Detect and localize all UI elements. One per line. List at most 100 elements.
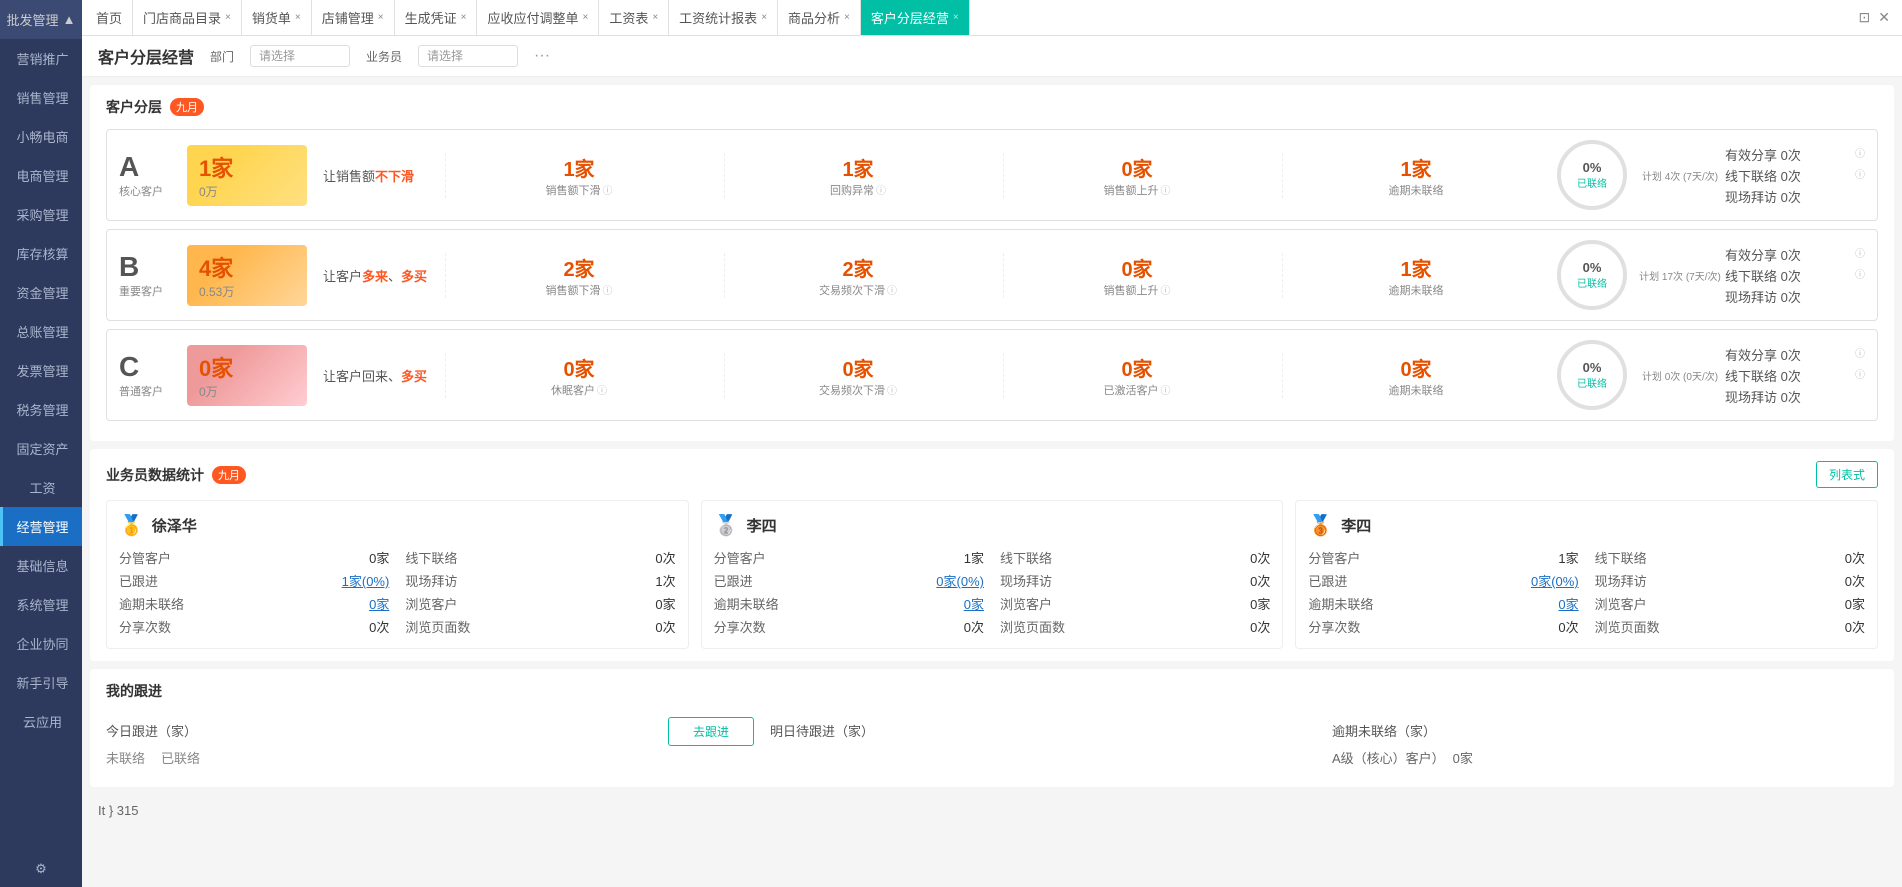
- tier-b-gauge-label: 已联络: [1577, 275, 1607, 290]
- tier-a-stat-0[interactable]: 1家 销售额下滑 ⓘ: [445, 153, 712, 198]
- sidebar-item-jygl[interactable]: 经营管理: [0, 507, 82, 546]
- customer-tier-section: 客户分层 九月 A 核心客户 1家 0万 让销售额不下滑 1家: [90, 85, 1894, 441]
- staff-card-0-name: 徐泽华: [152, 515, 197, 536]
- tab-voucher[interactable]: 生成凭证 ×: [395, 0, 478, 35]
- staff-card-2-stat-0: 分管客户 1家: [1308, 548, 1578, 567]
- tab-customer-tier[interactable]: 客户分层经营 ×: [861, 0, 970, 35]
- tier-c-stat-3-num: 0家: [1291, 353, 1541, 382]
- tier-a-stat-2[interactable]: 0家 销售额上升 ⓘ: [1003, 153, 1270, 198]
- sidebar-item-gz[interactable]: 工资: [0, 468, 82, 507]
- tab-home[interactable]: 首页: [86, 0, 133, 35]
- tier-b-stat-1[interactable]: 2家 交易频次下滑 ⓘ: [724, 253, 991, 298]
- tier-a-gauge-label: 已联络: [1577, 175, 1607, 190]
- tier-b-stat-3-label: 逾期未联络: [1291, 282, 1541, 298]
- tier-c-stat-0-num: 0家: [454, 353, 704, 382]
- sidebar-item-yxtg[interactable]: 营销推广: [0, 39, 82, 78]
- sidebar-item-fpgl[interactable]: 发票管理: [0, 351, 82, 390]
- staff-card-0-stats: 分管客户 0家 线下联络 0次 已跟进 1家(0%) 现场拜访: [119, 548, 676, 636]
- tab-voucher-close[interactable]: ×: [461, 12, 467, 23]
- sidebar-item-xtgl[interactable]: 系统管理: [0, 585, 82, 624]
- tier-c-count: 0家: [199, 351, 295, 383]
- tier-b-stat-0[interactable]: 2家 销售额下滑 ⓘ: [445, 253, 712, 298]
- sidebar-item-swgl[interactable]: 税务管理: [0, 390, 82, 429]
- tier-a-gauge-sub: 计划 4次 (7天/次): [1635, 168, 1725, 183]
- staff-select[interactable]: 请选择: [418, 45, 518, 67]
- tab-shop[interactable]: 店铺管理 ×: [312, 0, 395, 35]
- tab-shop-close[interactable]: ×: [378, 12, 384, 23]
- tab-sales-close[interactable]: ×: [295, 12, 301, 23]
- tier-a-stat-0-label: 销售额下滑 ⓘ: [454, 182, 704, 198]
- tier-b-name: 重要客户: [119, 283, 179, 299]
- tier-b-gauge-sub: 计划 17次 (7天/次): [1635, 268, 1725, 283]
- more-filter-btn[interactable]: ···: [534, 47, 550, 65]
- tier-b-count-box[interactable]: 4家 0.53万: [187, 245, 307, 306]
- followup-section-title: 我的跟进: [106, 681, 162, 701]
- goto-followup-btn[interactable]: 去跟进: [668, 717, 754, 746]
- sidebar-item-zzgl[interactable]: 总账管理: [0, 312, 82, 351]
- tab-product-analysis[interactable]: 商品分析 ×: [778, 0, 861, 35]
- sidebar-item-cggl[interactable]: 采购管理: [0, 195, 82, 234]
- tier-a-name: 核心客户: [119, 183, 179, 199]
- staff-card-2-stat-2: 已跟进 0家(0%): [1308, 571, 1578, 590]
- sidebar-expand-icon[interactable]: ▲: [63, 12, 76, 27]
- tab-customer-tier-close[interactable]: ×: [953, 12, 959, 23]
- staff-card-2-stats: 分管客户 1家 线下联络 0次 已跟进 0家(0%) 现场拜访: [1308, 548, 1865, 636]
- tier-c-stat-1[interactable]: 0家 交易频次下滑 ⓘ: [724, 353, 991, 398]
- tab-store-products-close[interactable]: ×: [225, 12, 231, 23]
- staff-section-header: 业务员数据统计 九月 列表式: [106, 461, 1878, 488]
- bottom-status: It } 315: [82, 795, 1902, 826]
- tab-payroll-report[interactable]: 工资统计报表 ×: [669, 0, 778, 35]
- tier-c-stat-3[interactable]: 0家 逾期未联络: [1282, 353, 1549, 398]
- list-view-btn[interactable]: 列表式: [1816, 461, 1878, 488]
- tier-c-gauge-label: 已联络: [1577, 375, 1607, 390]
- staff-card-2-header: 🥉 李四: [1308, 513, 1865, 538]
- tier-a-count-box[interactable]: 1家 0万: [187, 145, 307, 206]
- followup-overdue-title: 逾期未联络（家）: [1332, 721, 1878, 740]
- sidebar-settings[interactable]: ⚙: [0, 851, 82, 887]
- tab-payroll[interactable]: 工资表 ×: [599, 0, 669, 35]
- tab-product-analysis-close[interactable]: ×: [844, 12, 850, 23]
- staff-card-0-badge: 🥇: [119, 513, 144, 538]
- staff-card-0-stat-6: 分享次数 0次: [119, 617, 389, 636]
- tier-c-stat-0[interactable]: 0家 休眠客户 ⓘ: [445, 353, 712, 398]
- tier-c-count-box[interactable]: 0家 0万: [187, 345, 307, 406]
- tab-payroll-report-close[interactable]: ×: [761, 12, 767, 23]
- tier-a-stat-3-num: 1家: [1291, 153, 1541, 182]
- sidebar-item-jcxx[interactable]: 基础信息: [0, 546, 82, 585]
- sidebar-item-gdzy[interactable]: 固定资产: [0, 429, 82, 468]
- tier-c-gauge: 0% 已联络: [1557, 340, 1627, 410]
- tier-a-right-row-2: 现场拜访 0次: [1725, 187, 1865, 206]
- tab-sales[interactable]: 销货单 ×: [242, 0, 312, 35]
- sidebar-item-yyyp[interactable]: 云应用: [0, 702, 82, 741]
- sidebar-item-zjgl[interactable]: 资金管理: [0, 273, 82, 312]
- tier-b-stat-3[interactable]: 1家 逾期未联络: [1282, 253, 1549, 298]
- tier-a-amount: 0万: [199, 183, 295, 200]
- sidebar-item-qyxt[interactable]: 企业协同: [0, 624, 82, 663]
- sidebar-item-xsgl[interactable]: 销售管理: [0, 78, 82, 117]
- tier-a-count: 1家: [199, 151, 295, 183]
- tab-payroll-close[interactable]: ×: [652, 12, 658, 23]
- tab-adjustment-close[interactable]: ×: [582, 12, 588, 23]
- sidebar-item-xcdsc[interactable]: 小畅电商: [0, 117, 82, 156]
- tier-a-stat-1-num: 1家: [733, 153, 983, 182]
- tab-adjustment[interactable]: 应收应付调整单 ×: [477, 0, 599, 35]
- tab-restore-icon[interactable]: ⊡: [1859, 9, 1871, 26]
- tab-store-products[interactable]: 门店商品目录 ×: [133, 0, 242, 35]
- staff-label: 业务员: [366, 48, 402, 65]
- tier-b-gauge-pct: 0%: [1583, 260, 1602, 275]
- tab-close-all-icon[interactable]: ✕: [1878, 9, 1890, 26]
- dept-select[interactable]: 请选择: [250, 45, 350, 67]
- tier-b-stat-2[interactable]: 0家 销售额上升 ⓘ: [1003, 253, 1270, 298]
- sidebar-item-xsyd[interactable]: 新手引导: [0, 663, 82, 702]
- sidebar-item-kchs[interactable]: 库存核算: [0, 234, 82, 273]
- tier-a-stat-1[interactable]: 1家 回购异常 ⓘ: [724, 153, 991, 198]
- sidebar-top-label: 批发管理: [7, 10, 59, 29]
- sidebar-item-dscgl[interactable]: 电商管理: [0, 156, 82, 195]
- tier-b-amount: 0.53万: [199, 283, 295, 300]
- tier-a-stat-3[interactable]: 1家 逾期未联络: [1282, 153, 1549, 198]
- followup-tomorrow: 明日待跟进（家）: [770, 713, 1316, 756]
- tier-c-gauge-sub: 计划 0次 (0天/次): [1635, 368, 1725, 383]
- tab-voucher-label: 生成凭证: [405, 8, 457, 27]
- tier-c-stat-2[interactable]: 0家 已激活客户 ⓘ: [1003, 353, 1270, 398]
- dept-label: 部门: [210, 48, 234, 65]
